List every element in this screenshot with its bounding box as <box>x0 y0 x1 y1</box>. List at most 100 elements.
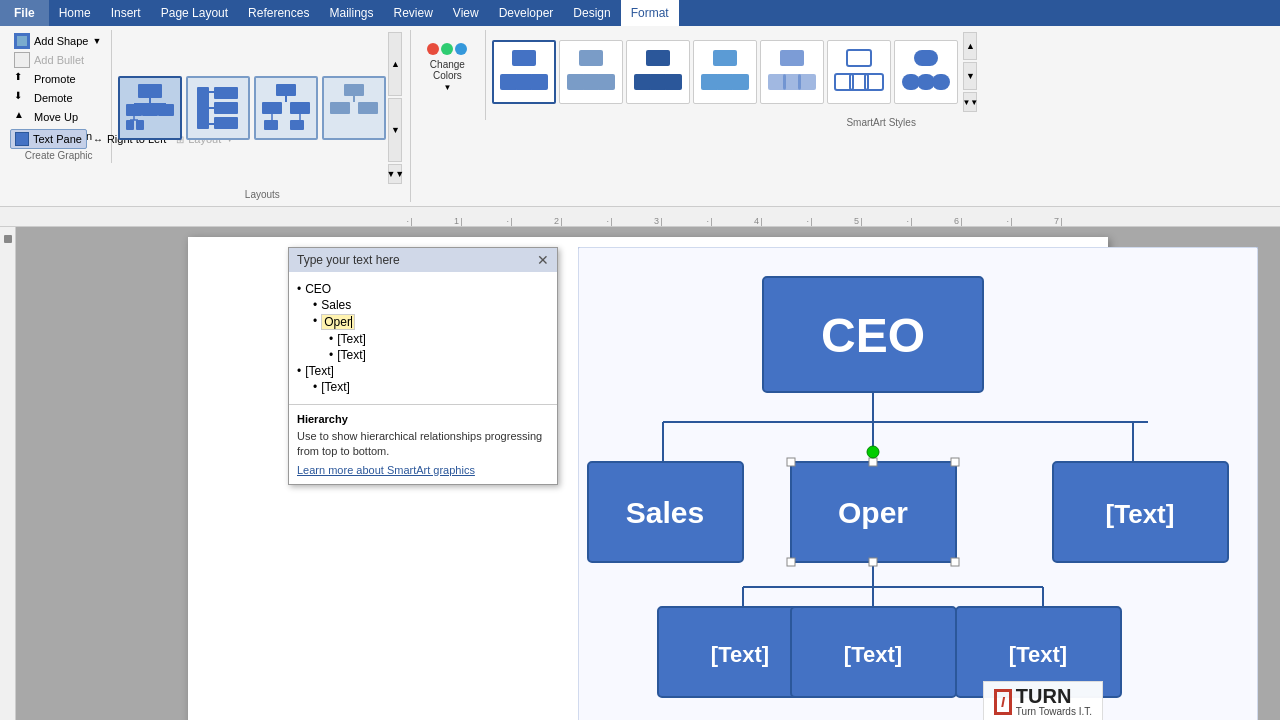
watermark: I TURN Turn Towards I.T. <box>983 681 1103 720</box>
tp-text-4: [Text] <box>321 380 350 394</box>
layouts-label: Layouts <box>114 189 410 200</box>
tp-item-ceo: • CEO <box>297 282 549 296</box>
svg-rect-25 <box>344 84 364 96</box>
svg-text:[Text]: [Text] <box>844 642 902 667</box>
smartart-style-4[interactable] <box>693 40 757 104</box>
svg-rect-37 <box>646 50 670 66</box>
promote-button[interactable]: ⬆ Promote <box>10 70 105 88</box>
menu-home[interactable]: Home <box>49 0 101 26</box>
text-pane-title: Type your text here <box>297 253 400 267</box>
svg-rect-53 <box>914 50 938 66</box>
smartart-style-7[interactable] <box>894 40 958 104</box>
smartart-scroll-down[interactable]: ▼ <box>963 62 977 90</box>
menu-design[interactable]: Design <box>563 0 620 26</box>
menu-insert[interactable]: Insert <box>101 0 151 26</box>
layout-thumb-1[interactable] <box>118 76 182 140</box>
smartart-scroll-expand[interactable]: ▼▼ <box>963 92 977 112</box>
layouts-group: ▲ ▼ ▼▼ Layouts <box>114 30 411 202</box>
svg-text:[Text]: [Text] <box>711 642 769 667</box>
svg-rect-49 <box>847 50 871 66</box>
svg-rect-27 <box>330 102 350 114</box>
smartart-scroll-up[interactable]: ▲ <box>963 32 977 60</box>
menu-review[interactable]: Review <box>383 0 442 26</box>
menu-developer[interactable]: Developer <box>489 0 564 26</box>
svg-rect-44 <box>731 74 749 90</box>
layout-scroll-expand[interactable]: ▼▼ <box>388 164 402 184</box>
layout-thumb-3[interactable] <box>254 76 318 140</box>
menu-format[interactable]: Format <box>621 0 679 26</box>
svg-rect-56 <box>932 74 950 90</box>
svg-rect-75 <box>869 458 877 466</box>
svg-point-80 <box>867 446 879 458</box>
document-area: Type your text here ✕ • CEO • Sales <box>16 227 1280 720</box>
menu-mailings[interactable]: Mailings <box>319 0 383 26</box>
text-pane-header: Type your text here ✕ <box>289 248 557 272</box>
menu-references[interactable]: References <box>238 0 319 26</box>
ribbon: Add Shape ▼ Add Bullet ⬆ Promote ⬇ Demot… <box>0 26 1280 207</box>
learn-more-link[interactable]: Learn more about SmartArt graphics <box>297 464 475 476</box>
layout-scroll-down[interactable]: ▼ <box>388 98 402 162</box>
demote-button[interactable]: ⬇ Demote <box>10 89 105 107</box>
svg-rect-22 <box>264 120 278 130</box>
layout-thumb-4[interactable] <box>322 76 386 140</box>
smartart-style-1[interactable] <box>492 40 556 104</box>
tp-item-oper: • Oper <box>297 314 549 330</box>
svg-rect-16 <box>214 117 238 129</box>
svg-text:CEO: CEO <box>821 309 925 362</box>
add-shape-button[interactable]: Add Shape ▼ <box>10 32 105 50</box>
main-area: Type your text here ✕ • CEO • Sales <box>0 227 1280 720</box>
add-bullet-button[interactable]: Add Bullet <box>10 51 105 69</box>
hierarchy-description: Use to show hierarchical relationships p… <box>297 429 549 460</box>
svg-rect-14 <box>214 87 238 99</box>
tp-item-sales: • Sales <box>297 298 549 312</box>
svg-rect-74 <box>787 458 795 466</box>
svg-rect-3 <box>126 104 142 116</box>
tp-item-text2: • [Text] <box>297 348 549 362</box>
text-pane-close-button[interactable]: ✕ <box>537 252 549 268</box>
hierarchy-title: Hierarchy <box>297 413 549 425</box>
menu-page-layout[interactable]: Page Layout <box>151 0 238 26</box>
text-pane-footer: Hierarchy Use to show hierarchical relat… <box>289 404 557 484</box>
tp-text-ceo: CEO <box>305 282 331 296</box>
create-graphic-group: Add Shape ▼ Add Bullet ⬆ Promote ⬇ Demot… <box>6 30 112 163</box>
svg-rect-40 <box>664 74 682 90</box>
svg-rect-5 <box>158 104 174 116</box>
svg-rect-33 <box>579 50 603 66</box>
tp-text-oper: Oper <box>324 315 351 329</box>
svg-rect-4 <box>142 104 158 116</box>
svg-text:[Text]: [Text] <box>1009 642 1067 667</box>
menu-view[interactable]: View <box>443 0 489 26</box>
layout-thumb-2[interactable] <box>186 76 250 140</box>
smartart-style-6[interactable] <box>827 40 891 104</box>
smartart-styles-label: SmartArt Styles <box>488 117 1274 128</box>
tp-item-text1: • [Text] <box>297 332 549 346</box>
svg-rect-9 <box>136 120 144 130</box>
watermark-brand: TURN <box>1016 686 1092 706</box>
change-colors-label: Change Colors <box>425 59 469 81</box>
smartart-diagram: CEO Sales Oper <box>578 247 1258 720</box>
layout-scroll-up[interactable]: ▲ <box>388 32 402 96</box>
smartart-styles-group: ▲ ▼ ▼▼ SmartArt Styles <box>488 30 1274 130</box>
document-page: Type your text here ✕ • CEO • Sales <box>188 237 1108 720</box>
smartart-style-5[interactable] <box>760 40 824 104</box>
menu-file[interactable]: File <box>0 0 49 26</box>
svg-rect-77 <box>787 558 795 566</box>
svg-text:Oper: Oper <box>838 496 908 529</box>
move-up-button[interactable]: ▲ Move Up <box>10 108 105 126</box>
svg-rect-8 <box>126 120 134 130</box>
left-sidebar <box>0 227 16 720</box>
smartart-svg: CEO Sales Oper <box>578 247 1258 720</box>
svg-rect-15 <box>214 102 238 114</box>
svg-rect-0 <box>138 84 162 98</box>
change-colors-button[interactable]: Change Colors ▼ <box>417 39 477 96</box>
svg-text:[Text]: [Text] <box>1106 499 1175 529</box>
svg-rect-10 <box>197 87 209 129</box>
smartart-style-2[interactable] <box>559 40 623 104</box>
sidebar-toggle[interactable] <box>4 235 12 243</box>
svg-rect-17 <box>276 84 296 96</box>
tp-item-text3: • [Text] <box>297 364 549 378</box>
watermark-i-icon: I <box>994 689 1012 715</box>
text-pane-button[interactable]: Text Pane <box>10 129 87 149</box>
watermark-text: TURN Turn Towards I.T. <box>1016 686 1092 717</box>
smartart-style-3[interactable] <box>626 40 690 104</box>
